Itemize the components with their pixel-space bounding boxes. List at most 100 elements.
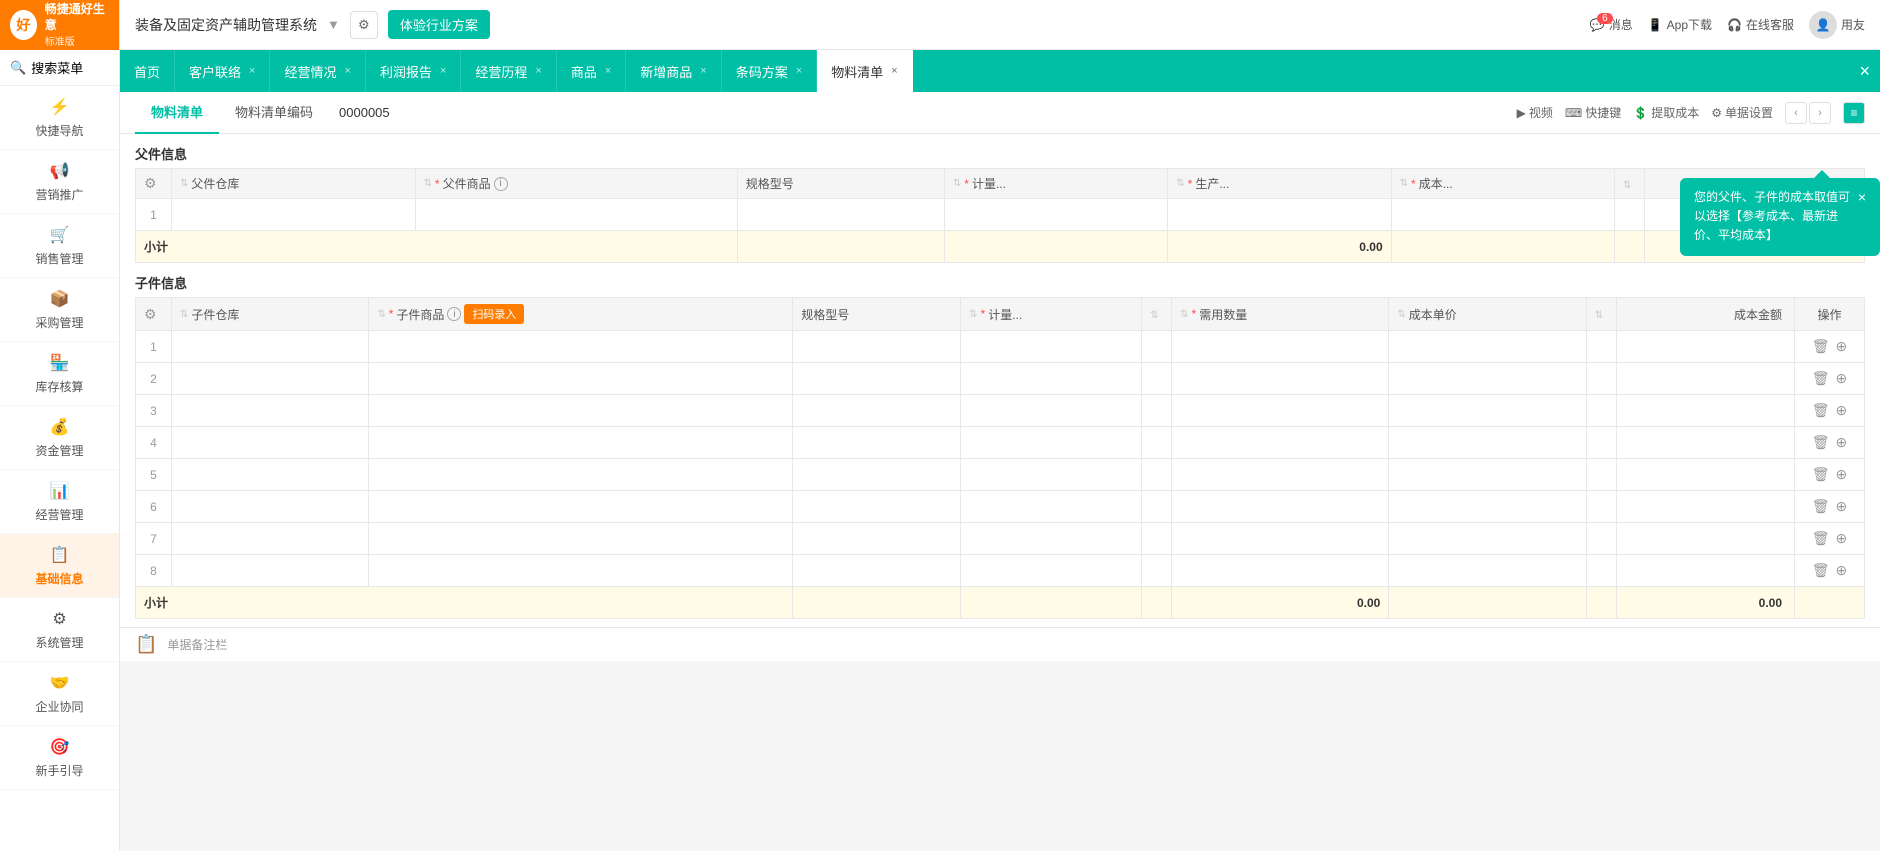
copy-icon[interactable]: ⊕ — [1836, 402, 1848, 419]
tab-business[interactable]: 经营情况 × — [270, 50, 365, 92]
child-cost-amount-1[interactable] — [1616, 331, 1794, 363]
child-unit-cost-6[interactable] — [1389, 491, 1586, 523]
sidebar-item-quick-nav[interactable]: ⚡ 快捷导航 — [0, 86, 119, 150]
sidebar-item-basic-info[interactable]: 📋 基础信息 — [0, 534, 119, 598]
tab-goods-close[interactable]: × — [605, 65, 611, 77]
child-spec-8[interactable] — [793, 555, 961, 587]
col-settings-icon[interactable]: ⚙ — [144, 175, 157, 191]
child-cost-amount-4[interactable] — [1616, 427, 1794, 459]
sidebar-item-guide[interactable]: 🎯 新手引导 — [0, 726, 119, 790]
child-cost-amount-5[interactable] — [1616, 459, 1794, 491]
delete-icon[interactable]: 🗑 — [1812, 370, 1830, 387]
child-spec-2[interactable] — [793, 363, 961, 395]
delete-icon[interactable]: 🗑 — [1812, 434, 1830, 451]
scan-button[interactable]: 扫码录入 — [464, 304, 524, 324]
child-measure-6[interactable] — [961, 491, 1142, 523]
parent-cost-cell[interactable] — [1391, 199, 1614, 231]
child-spec-5[interactable] — [793, 459, 961, 491]
child-spec-6[interactable] — [793, 491, 961, 523]
tab-new-goods-close[interactable]: × — [700, 65, 706, 77]
child-product-6[interactable] — [369, 491, 793, 523]
child-cost-amount-7[interactable] — [1616, 523, 1794, 555]
child-product-1[interactable] — [369, 331, 793, 363]
tab-business-close[interactable]: × — [344, 65, 350, 77]
online-service-action[interactable]: 🎧 在线客服 — [1727, 16, 1794, 33]
close-all-tabs[interactable]: × — [1849, 61, 1880, 82]
settings-action[interactable]: ⚙ 单据设置 — [1711, 104, 1773, 121]
sub-tab-bom-code[interactable]: 物料清单编码 — [219, 92, 329, 134]
child-warehouse-4[interactable] — [172, 427, 369, 459]
copy-icon[interactable]: ⊕ — [1836, 498, 1848, 515]
copy-icon[interactable]: ⊕ — [1836, 370, 1848, 387]
child-spec-1[interactable] — [793, 331, 961, 363]
sort-icon[interactable]: ⇅ — [1400, 178, 1408, 189]
child-unit-cost-1[interactable] — [1389, 331, 1586, 363]
child-product-3[interactable] — [369, 395, 793, 427]
child-spec-3[interactable] — [793, 395, 961, 427]
copy-icon[interactable]: ⊕ — [1836, 530, 1848, 547]
child-measure-4[interactable] — [961, 427, 1142, 459]
child-warehouse-2[interactable] — [172, 363, 369, 395]
sort-icon[interactable]: ⇅ — [1150, 310, 1158, 321]
trial-button[interactable]: 体验行业方案 — [388, 10, 490, 39]
child-spec-4[interactable] — [793, 427, 961, 459]
child-spec-7[interactable] — [793, 523, 961, 555]
parent-spec-cell[interactable] — [737, 199, 944, 231]
child-warehouse-8[interactable] — [172, 555, 369, 587]
user-profile[interactable]: 👤 用友 — [1809, 11, 1865, 39]
delete-icon[interactable]: 🗑 — [1812, 562, 1830, 579]
sidebar-item-enterprise[interactable]: 🤝 企业协同 — [0, 662, 119, 726]
message-action[interactable]: 💬 6 消息 — [1590, 16, 1633, 33]
sidebar-item-sales[interactable]: 🛒 销售管理 — [0, 214, 119, 278]
child-qty-6[interactable] — [1172, 491, 1389, 523]
tab-bom-close[interactable]: × — [891, 65, 897, 77]
delete-icon[interactable]: 🗑 — [1812, 530, 1830, 547]
sort-icon[interactable]: ⇅ — [424, 178, 432, 189]
shortcut-action[interactable]: ⌨ 快捷键 — [1565, 104, 1621, 121]
tab-history-close[interactable]: × — [535, 65, 541, 77]
sidebar-item-marketing[interactable]: 📢 营销推广 — [0, 150, 119, 214]
sort-icon[interactable]: ⇅ — [1180, 309, 1188, 320]
copy-icon[interactable]: ⊕ — [1836, 338, 1848, 355]
sort-icon[interactable]: ⇅ — [969, 309, 977, 320]
delete-icon[interactable]: 🗑 — [1812, 466, 1830, 483]
child-qty-8[interactable] — [1172, 555, 1389, 587]
sidebar-item-inventory[interactable]: 🏪 库存核算 — [0, 342, 119, 406]
tab-profit-close[interactable]: × — [440, 65, 446, 77]
sort-icon[interactable]: ⇅ — [1595, 310, 1603, 321]
child-product-4[interactable] — [369, 427, 793, 459]
tab-customers[interactable]: 客户联络 × — [175, 50, 270, 92]
child-warehouse-1[interactable] — [172, 331, 369, 363]
sort-icon[interactable]: ⇅ — [1397, 309, 1405, 320]
tab-profit[interactable]: 利润报告 × — [366, 50, 461, 92]
copy-icon[interactable]: ⊕ — [1836, 434, 1848, 451]
sidebar-search[interactable]: 🔍 搜索菜单 — [0, 50, 119, 86]
child-product-7[interactable] — [369, 523, 793, 555]
view-action[interactable]: ▶ 视频 — [1517, 104, 1553, 121]
child-product-2[interactable] — [369, 363, 793, 395]
child-cost-amount-6[interactable] — [1616, 491, 1794, 523]
child-measure-5[interactable] — [961, 459, 1142, 491]
sidebar-item-operations[interactable]: 📊 经营管理 — [0, 470, 119, 534]
app-download-action[interactable]: 📱 App下载 — [1648, 16, 1712, 33]
prev-arrow[interactable]: ‹ — [1785, 102, 1807, 124]
tab-barcode[interactable]: 条码方案 × — [722, 50, 817, 92]
parent-measure-cell[interactable] — [944, 199, 1167, 231]
parent-warehouse-cell[interactable] — [172, 199, 416, 231]
child-warehouse-7[interactable] — [172, 523, 369, 555]
child-unit-cost-5[interactable] — [1389, 459, 1586, 491]
sort-icon[interactable]: ⇅ — [377, 309, 385, 320]
system-dropdown[interactable]: ▼ — [327, 17, 340, 32]
sort-icon[interactable]: ⇅ — [180, 178, 188, 189]
sub-tab-bom-list[interactable]: 物料清单 — [135, 92, 219, 134]
tab-history[interactable]: 经营历程 × — [461, 50, 556, 92]
child-warehouse-5[interactable] — [172, 459, 369, 491]
next-arrow[interactable]: › — [1809, 102, 1831, 124]
child-measure-2[interactable] — [961, 363, 1142, 395]
tab-goods[interactable]: 商品 × — [557, 50, 626, 92]
child-qty-7[interactable] — [1172, 523, 1389, 555]
delete-icon[interactable]: 🗑 — [1812, 338, 1830, 355]
child-product-8[interactable] — [369, 555, 793, 587]
sort-icon[interactable]: ⇅ — [1176, 178, 1184, 189]
parent-production-cell[interactable] — [1168, 199, 1391, 231]
